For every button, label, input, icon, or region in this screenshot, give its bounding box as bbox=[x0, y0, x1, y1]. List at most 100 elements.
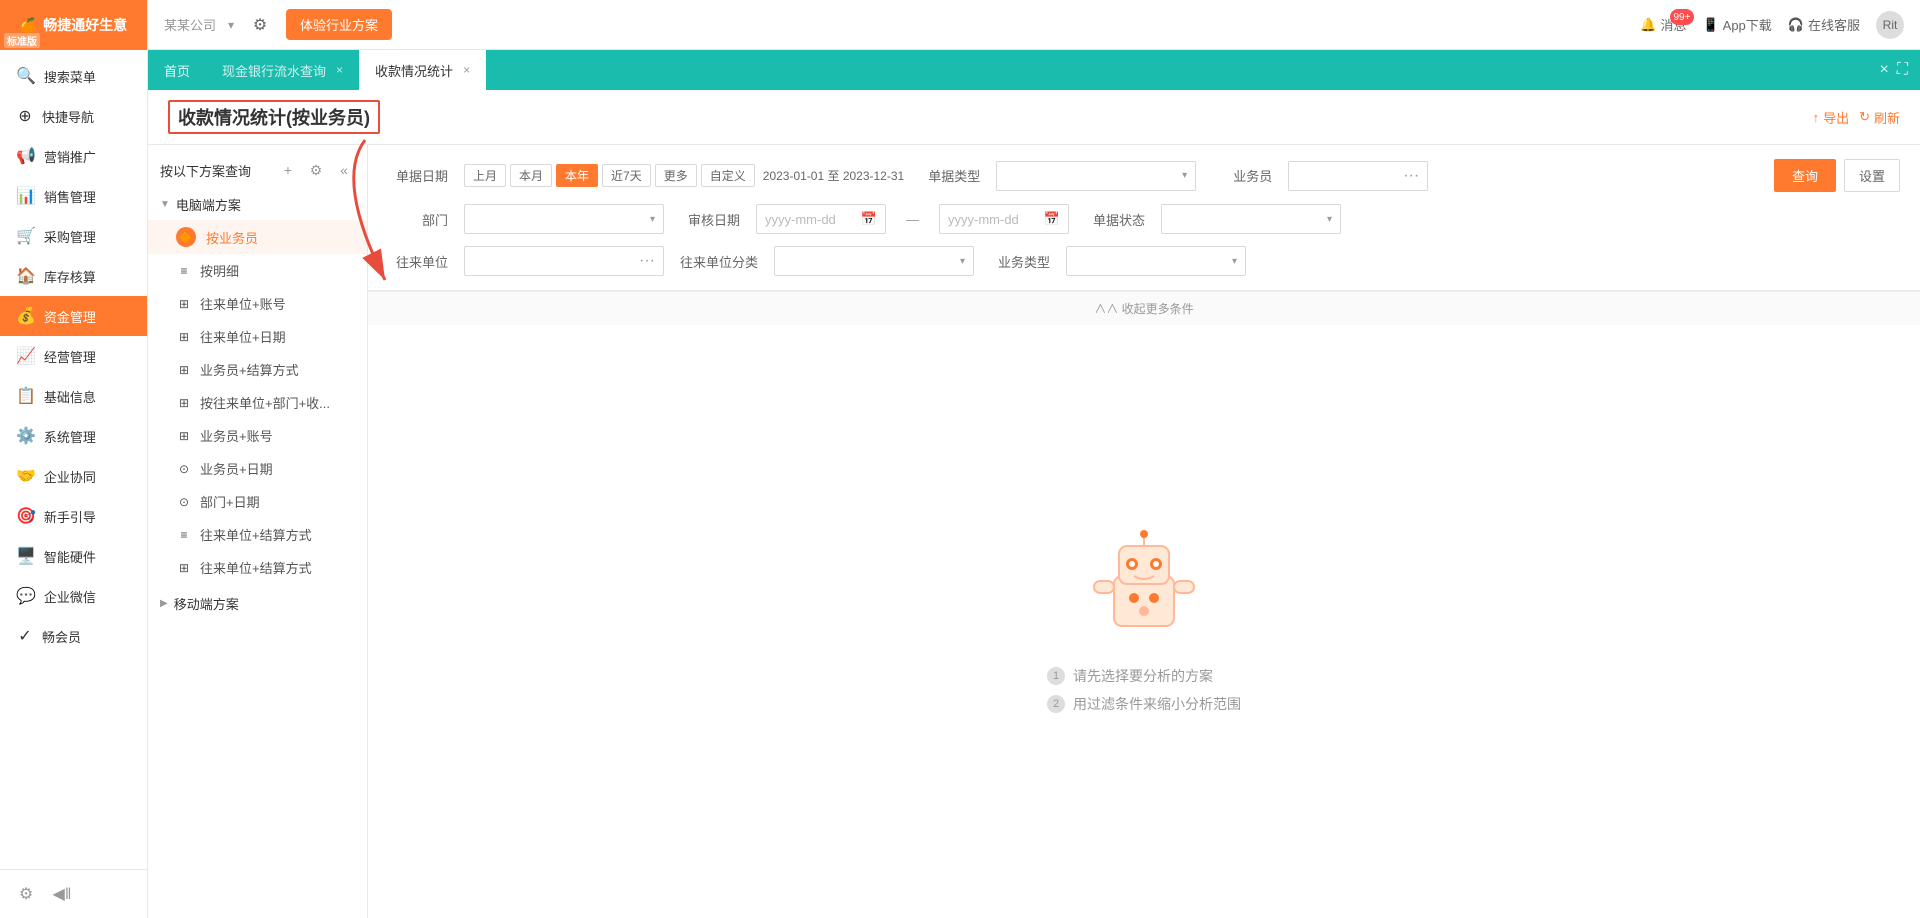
refresh-btn[interactable]: ↻ 刷新 bbox=[1859, 108, 1900, 127]
sidebar-collapse-btn[interactable]: ◀‖ bbox=[48, 880, 76, 908]
scheme-settings-btn[interactable]: ⚙ bbox=[305, 159, 327, 181]
date-tab-custom[interactable]: 自定义 bbox=[701, 164, 755, 187]
sidebar-nav: 🔍 搜索菜单 ⊕ 快捷导航 📢 营销推广 📊 销售管理 🛒 采购管理 🏠 库存核… bbox=[0, 50, 147, 869]
service-icon: 🎧 bbox=[1788, 17, 1804, 33]
scheme-item-by-salesman[interactable]: 🔶 按业务员 bbox=[148, 220, 367, 254]
date-tab-last-month[interactable]: 上月 bbox=[464, 164, 506, 187]
scheme-item-unit-payment1[interactable]: ≡ 往来单位+结算方式 bbox=[148, 518, 367, 551]
tab-close-all-btn[interactable]: × bbox=[1879, 61, 1888, 79]
sidebar-item-hardware[interactable]: 🖥️ 智能硬件 bbox=[0, 536, 147, 576]
online-service-btn[interactable]: 🎧 在线客服 bbox=[1788, 15, 1860, 34]
sidebar-item-basics[interactable]: 📋 基础信息 bbox=[0, 376, 147, 416]
trial-btn[interactable]: 体验行业方案 bbox=[286, 9, 392, 40]
date-tab-this-year[interactable]: 本年 bbox=[556, 164, 598, 187]
partner-category-select[interactable]: ▾ bbox=[774, 246, 974, 276]
date-field-label: 单据日期 bbox=[388, 166, 448, 185]
scheme-item-salesman-payment[interactable]: ⊞ 业务员+结算方式 bbox=[148, 353, 367, 386]
tab-bank-close[interactable]: × bbox=[336, 63, 343, 77]
scheme-icon-unit-payment2: ⊞ bbox=[176, 560, 192, 576]
scheme-label-by-salesman: 按业务员 bbox=[206, 228, 258, 247]
dept-select[interactable]: ▾ bbox=[464, 204, 664, 234]
sidebar-item-guide[interactable]: 🎯 新手引导 bbox=[0, 496, 147, 536]
date-tabs: 上月 本月 本年 近7天 更多 自定义 2023-01-01 至 2023-12… bbox=[464, 164, 904, 187]
marketing-icon: 📢 bbox=[16, 146, 36, 166]
review-date-start[interactable]: yyyy-mm-dd 📅 bbox=[756, 204, 886, 234]
message-btn[interactable]: 🔔 消息 99+ bbox=[1640, 15, 1686, 34]
sidebar-settings-btn[interactable]: ⚙ bbox=[12, 880, 40, 908]
more-dots-icon: ··· bbox=[1403, 167, 1419, 185]
filter-row-3: 往来单位 ··· 往来单位分类 ▾ 业务类型 ▾ bbox=[388, 246, 1900, 276]
chevron-down-icon2: ▾ bbox=[650, 214, 655, 225]
partner-select[interactable]: ··· bbox=[464, 246, 664, 276]
tab-home[interactable]: 首页 bbox=[148, 50, 206, 90]
sidebar-item-finance[interactable]: 💰 资金管理 bbox=[0, 296, 147, 336]
review-date-end[interactable]: yyyy-mm-dd 📅 bbox=[939, 204, 1069, 234]
scheme-icon-unit-date: ⊞ bbox=[176, 329, 192, 345]
tab-bank[interactable]: 现金银行流水查询 × bbox=[206, 50, 359, 90]
date-tab-this-month[interactable]: 本月 bbox=[510, 164, 552, 187]
sidebar-item-inventory[interactable]: 🏠 库存核算 bbox=[0, 256, 147, 296]
collapse-bar[interactable]: ∧∧ 收起更多条件 bbox=[368, 291, 1920, 325]
sidebar-item-system[interactable]: ⚙️ 系统管理 bbox=[0, 416, 147, 456]
tab-collection-close[interactable]: × bbox=[463, 63, 470, 77]
scheme-item-unit-dept[interactable]: ⊞ 按往来单位+部门+收... bbox=[148, 386, 367, 419]
desktop-group-header[interactable]: ▼ 电脑端方案 bbox=[148, 189, 367, 220]
main-area: 某某公司 ▾ ⚙ 体验行业方案 🔔 消息 99+ 📱 App下载 🎧 在线客服 … bbox=[148, 0, 1920, 918]
scheme-icon-salesman-account: ⊞ bbox=[176, 428, 192, 444]
logo-icon: 🍊 bbox=[20, 17, 37, 34]
operations-icon: 📈 bbox=[16, 346, 36, 366]
doc-status-select[interactable]: ▾ bbox=[1161, 204, 1341, 234]
step-1-text: 请先选择要分析的方案 bbox=[1073, 662, 1213, 690]
chevron-down-icon4: ▾ bbox=[960, 256, 965, 267]
sidebar-item-search[interactable]: 🔍 搜索菜单 bbox=[0, 56, 147, 96]
sidebar-item-operations[interactable]: 📈 经营管理 bbox=[0, 336, 147, 376]
salesman-select[interactable]: ··· bbox=[1288, 161, 1428, 191]
scheme-item-salesman-date[interactable]: ⊙ 业务员+日期 bbox=[148, 452, 367, 485]
sidebar: 🍊 畅捷通好生意 标准版 🔍 搜索菜单 ⊕ 快捷导航 📢 营销推广 📊 销售管理… bbox=[0, 0, 148, 918]
user-avatar-btn[interactable]: Rit bbox=[1876, 11, 1904, 39]
page-header-actions: ↑ 导出 ↻ 刷新 bbox=[1813, 108, 1900, 127]
biz-type-select[interactable]: ▾ bbox=[1066, 246, 1246, 276]
collapse-panel-btn[interactable]: « bbox=[333, 159, 355, 181]
scheme-item-dept-date[interactable]: ⊙ 部门+日期 bbox=[148, 485, 367, 518]
sidebar-item-wechat[interactable]: 💬 企业微信 bbox=[0, 576, 147, 616]
date-tab-more[interactable]: 更多 bbox=[655, 164, 697, 187]
filter-row-2: 部门 ▾ 审核日期 yyyy-mm-dd 📅 — yyyy-mm-dd bbox=[388, 204, 1900, 234]
query-btn[interactable]: 查询 bbox=[1774, 159, 1836, 192]
scheme-label-salesman-date: 业务员+日期 bbox=[200, 459, 273, 478]
filter-row-1: 单据日期 上月 本月 本年 近7天 更多 自定义 2023-01-01 至 20… bbox=[388, 159, 1900, 192]
sidebar-label-guide: 新手引导 bbox=[44, 507, 96, 526]
export-btn[interactable]: ↑ 导出 bbox=[1813, 108, 1850, 127]
sidebar-item-member[interactable]: ✓ 畅会员 bbox=[0, 616, 147, 656]
chevron-down-icon3: ▾ bbox=[1327, 214, 1332, 225]
tab-maximize-btn[interactable]: ⛶ bbox=[1897, 61, 1908, 79]
tab-collection[interactable]: 收款情况统计 × bbox=[359, 50, 486, 90]
avatar: Rit bbox=[1876, 11, 1904, 39]
scheme-label-unit-payment2: 往来单位+结算方式 bbox=[200, 558, 312, 577]
sidebar-item-sales[interactable]: 📊 销售管理 bbox=[0, 176, 147, 216]
doc-type-select[interactable]: ▾ bbox=[996, 161, 1196, 191]
sidebar-item-enterprise[interactable]: 🤝 企业协同 bbox=[0, 456, 147, 496]
search-icon: 🔍 bbox=[16, 66, 36, 86]
sidebar-item-marketing[interactable]: 📢 营销推广 bbox=[0, 136, 147, 176]
tabbar: 首页 现金银行流水查询 × 收款情况统计 × × ⛶ bbox=[148, 50, 1920, 90]
panel-header-actions: + ⚙ « bbox=[277, 159, 355, 181]
topbar-settings-btn[interactable]: ⚙ bbox=[246, 11, 274, 39]
scheme-item-unit-date[interactable]: ⊞ 往来单位+日期 bbox=[148, 320, 367, 353]
settings-btn[interactable]: 设置 bbox=[1844, 159, 1900, 192]
partner-category-label: 往来单位分类 bbox=[680, 252, 758, 271]
mobile-group-header[interactable]: ▶ 移动端方案 bbox=[148, 588, 367, 619]
sidebar-label-basics: 基础信息 bbox=[44, 387, 96, 406]
scheme-item-unit-payment2[interactable]: ⊞ 往来单位+结算方式 bbox=[148, 551, 367, 584]
add-scheme-btn[interactable]: + bbox=[277, 159, 299, 181]
collapse-icon: « bbox=[340, 162, 348, 178]
scheme-item-by-detail[interactable]: ≡ 按明细 bbox=[148, 254, 367, 287]
date-tab-7days[interactable]: 近7天 bbox=[602, 164, 651, 187]
app-download-btn[interactable]: 📱 App下载 bbox=[1702, 15, 1771, 34]
scheme-item-salesman-account[interactable]: ⊞ 业务员+账号 bbox=[148, 419, 367, 452]
sidebar-item-quicknav[interactable]: ⊕ 快捷导航 bbox=[0, 96, 147, 136]
scheme-item-unit-account[interactable]: ⊞ 往来单位+账号 bbox=[148, 287, 367, 320]
sidebar-item-purchase[interactable]: 🛒 采购管理 bbox=[0, 216, 147, 256]
page-content: 收款情况统计(按业务员) ↑ 导出 ↻ 刷新 按以下方案查询 + bbox=[148, 90, 1920, 918]
scheme-label-unit-account: 往来单位+账号 bbox=[200, 294, 286, 313]
